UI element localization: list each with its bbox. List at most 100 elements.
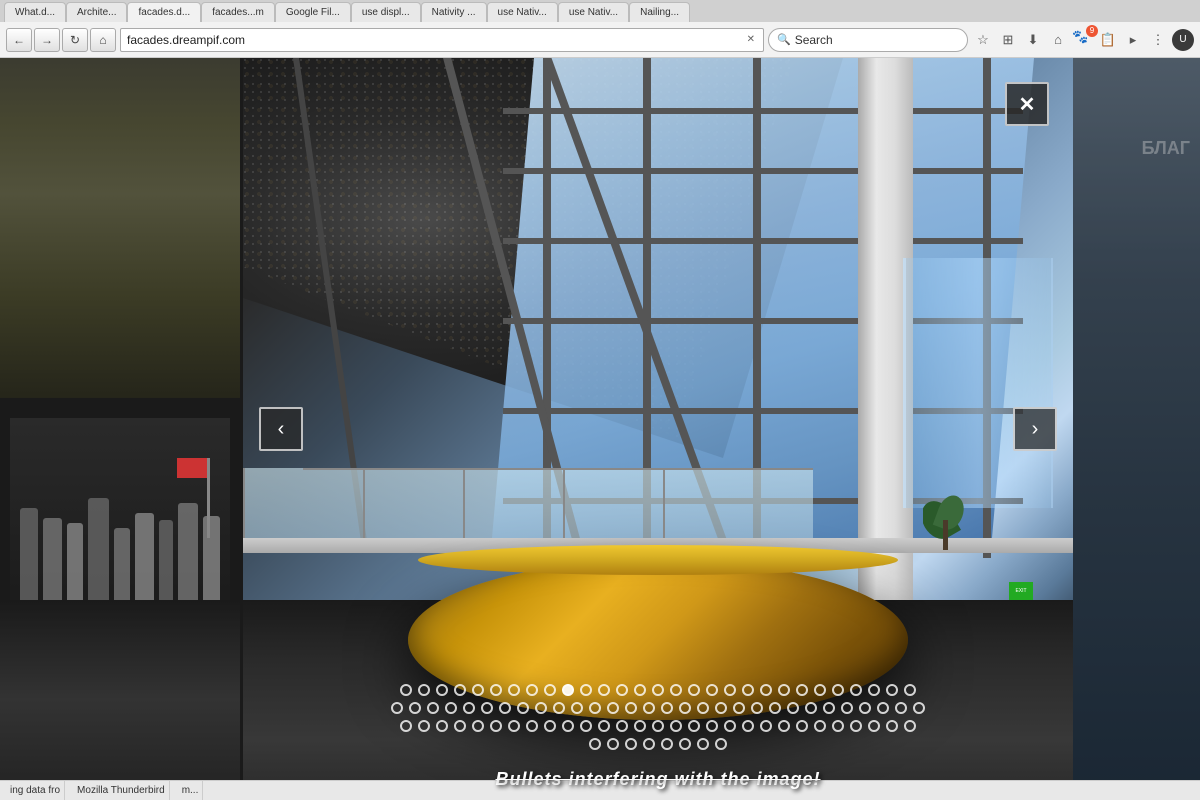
bullet-dot[interactable] — [490, 720, 502, 732]
bullet-dot[interactable] — [625, 738, 637, 750]
bullet-dot[interactable] — [607, 738, 619, 750]
bullet-dot[interactable] — [715, 738, 727, 750]
bullet-dot[interactable] — [886, 684, 898, 696]
clear-address-button[interactable]: ✕ — [745, 34, 757, 45]
clipboard-icon[interactable]: 📋 — [1097, 29, 1119, 51]
bullet-dot[interactable] — [400, 720, 412, 732]
tab-5[interactable]: Google Fil... — [275, 2, 351, 22]
bullet-dot[interactable] — [418, 684, 430, 696]
menu-expand-icon[interactable]: ▸ — [1122, 29, 1144, 51]
bullet-dot[interactable] — [724, 720, 736, 732]
bullet-dot[interactable] — [562, 720, 574, 732]
bullet-dot[interactable] — [616, 684, 628, 696]
bullet-dot[interactable] — [454, 684, 466, 696]
bullet-dot[interactable] — [715, 702, 727, 714]
bullet-dot[interactable] — [445, 702, 457, 714]
bullet-dot[interactable] — [904, 720, 916, 732]
bullet-dot[interactable] — [796, 684, 808, 696]
search-bar[interactable]: 🔍 Search — [768, 28, 968, 52]
bullet-dot[interactable] — [868, 684, 880, 696]
bullet-dot[interactable] — [688, 720, 700, 732]
bullet-dot[interactable] — [760, 684, 772, 696]
bullet-dot[interactable] — [544, 720, 556, 732]
home-button[interactable]: ⌂ — [90, 28, 116, 52]
more-icon[interactable]: ⋮ — [1147, 29, 1169, 51]
bullet-dot[interactable] — [832, 684, 844, 696]
tab-4[interactable]: facades...m — [201, 2, 275, 22]
bullet-dot[interactable] — [886, 720, 898, 732]
bullet-dot[interactable] — [589, 738, 601, 750]
tab-7[interactable]: Nativity ... — [421, 2, 487, 22]
bullet-dot[interactable] — [616, 720, 628, 732]
bullet-dot[interactable] — [652, 720, 664, 732]
bullet-dot[interactable] — [661, 702, 673, 714]
bullet-dot[interactable] — [877, 702, 889, 714]
bullet-dot[interactable] — [697, 738, 709, 750]
bullet-dot[interactable] — [724, 684, 736, 696]
bullet-dot[interactable] — [805, 702, 817, 714]
bullet-dot[interactable] — [796, 720, 808, 732]
bullet-dot[interactable] — [553, 702, 565, 714]
bullet-dot[interactable] — [472, 684, 484, 696]
bullet-dot[interactable] — [778, 684, 790, 696]
bullet-dot[interactable] — [814, 720, 826, 732]
bullet-dot[interactable] — [913, 702, 925, 714]
bullet-dot[interactable] — [679, 738, 691, 750]
bullet-dot[interactable] — [697, 702, 709, 714]
bullet-dot[interactable] — [778, 720, 790, 732]
bullet-dot[interactable] — [652, 684, 664, 696]
bullet-dot[interactable] — [508, 684, 520, 696]
bullet-dot[interactable] — [868, 720, 880, 732]
bullet-dot[interactable] — [670, 684, 682, 696]
tab-10[interactable]: Nailing... — [629, 2, 690, 22]
bullet-dot[interactable] — [850, 684, 862, 696]
bullet-dot[interactable] — [526, 684, 538, 696]
bullet-dot[interactable] — [463, 702, 475, 714]
bullet-dot[interactable] — [688, 684, 700, 696]
bullet-dot[interactable] — [733, 702, 745, 714]
address-bar[interactable]: facades.dreampif.com ✕ — [120, 28, 764, 52]
bullet-dot[interactable] — [706, 720, 718, 732]
bullet-dot[interactable] — [598, 684, 610, 696]
bullet-dot[interactable] — [427, 702, 439, 714]
status-thunderbird[interactable]: Mozilla Thunderbird — [73, 781, 170, 800]
bullet-dot[interactable] — [436, 684, 448, 696]
bookmark-icon[interactable]: ☆ — [972, 29, 994, 51]
tab-2[interactable]: Archite... — [66, 2, 127, 22]
bullet-dot[interactable] — [481, 702, 493, 714]
bullet-dot[interactable] — [436, 720, 448, 732]
bullet-dot[interactable] — [850, 720, 862, 732]
bullet-dot[interactable] — [832, 720, 844, 732]
bullet-dot[interactable] — [526, 720, 538, 732]
lightbox-next-button[interactable]: › — [1013, 407, 1057, 451]
bullet-dot[interactable] — [895, 702, 907, 714]
bullet-dot[interactable] — [517, 702, 529, 714]
bullet-dot[interactable] — [706, 684, 718, 696]
bullet-dot[interactable] — [418, 720, 430, 732]
forward-button[interactable]: → — [34, 28, 60, 52]
back-button[interactable]: ← — [6, 28, 32, 52]
bullet-dot[interactable] — [409, 702, 421, 714]
bullet-dot[interactable] — [670, 720, 682, 732]
bullet-dot[interactable] — [859, 702, 871, 714]
bullet-dot[interactable] — [391, 702, 403, 714]
profile-icon[interactable]: U — [1172, 29, 1194, 51]
bullet-dot[interactable] — [634, 720, 646, 732]
bullet-dot[interactable] — [625, 702, 637, 714]
bullet-dot[interactable] — [589, 702, 601, 714]
bullet-dot[interactable] — [490, 684, 502, 696]
bullet-dot[interactable] — [679, 702, 691, 714]
bullet-dot[interactable] — [751, 702, 763, 714]
bullet-dot[interactable] — [769, 702, 781, 714]
bullet-dot[interactable] — [571, 702, 583, 714]
bullet-dot[interactable] — [643, 738, 655, 750]
bullet-dot[interactable] — [580, 720, 592, 732]
bullet-dot[interactable] — [607, 702, 619, 714]
bullet-dot[interactable] — [823, 702, 835, 714]
lightbox-prev-button[interactable]: ‹ — [259, 407, 303, 451]
bullet-dot[interactable] — [562, 684, 574, 696]
bullet-dot[interactable] — [904, 684, 916, 696]
tab-3-active[interactable]: facades.d... — [127, 2, 201, 22]
bullet-dot[interactable] — [472, 720, 484, 732]
bullet-dot[interactable] — [535, 702, 547, 714]
